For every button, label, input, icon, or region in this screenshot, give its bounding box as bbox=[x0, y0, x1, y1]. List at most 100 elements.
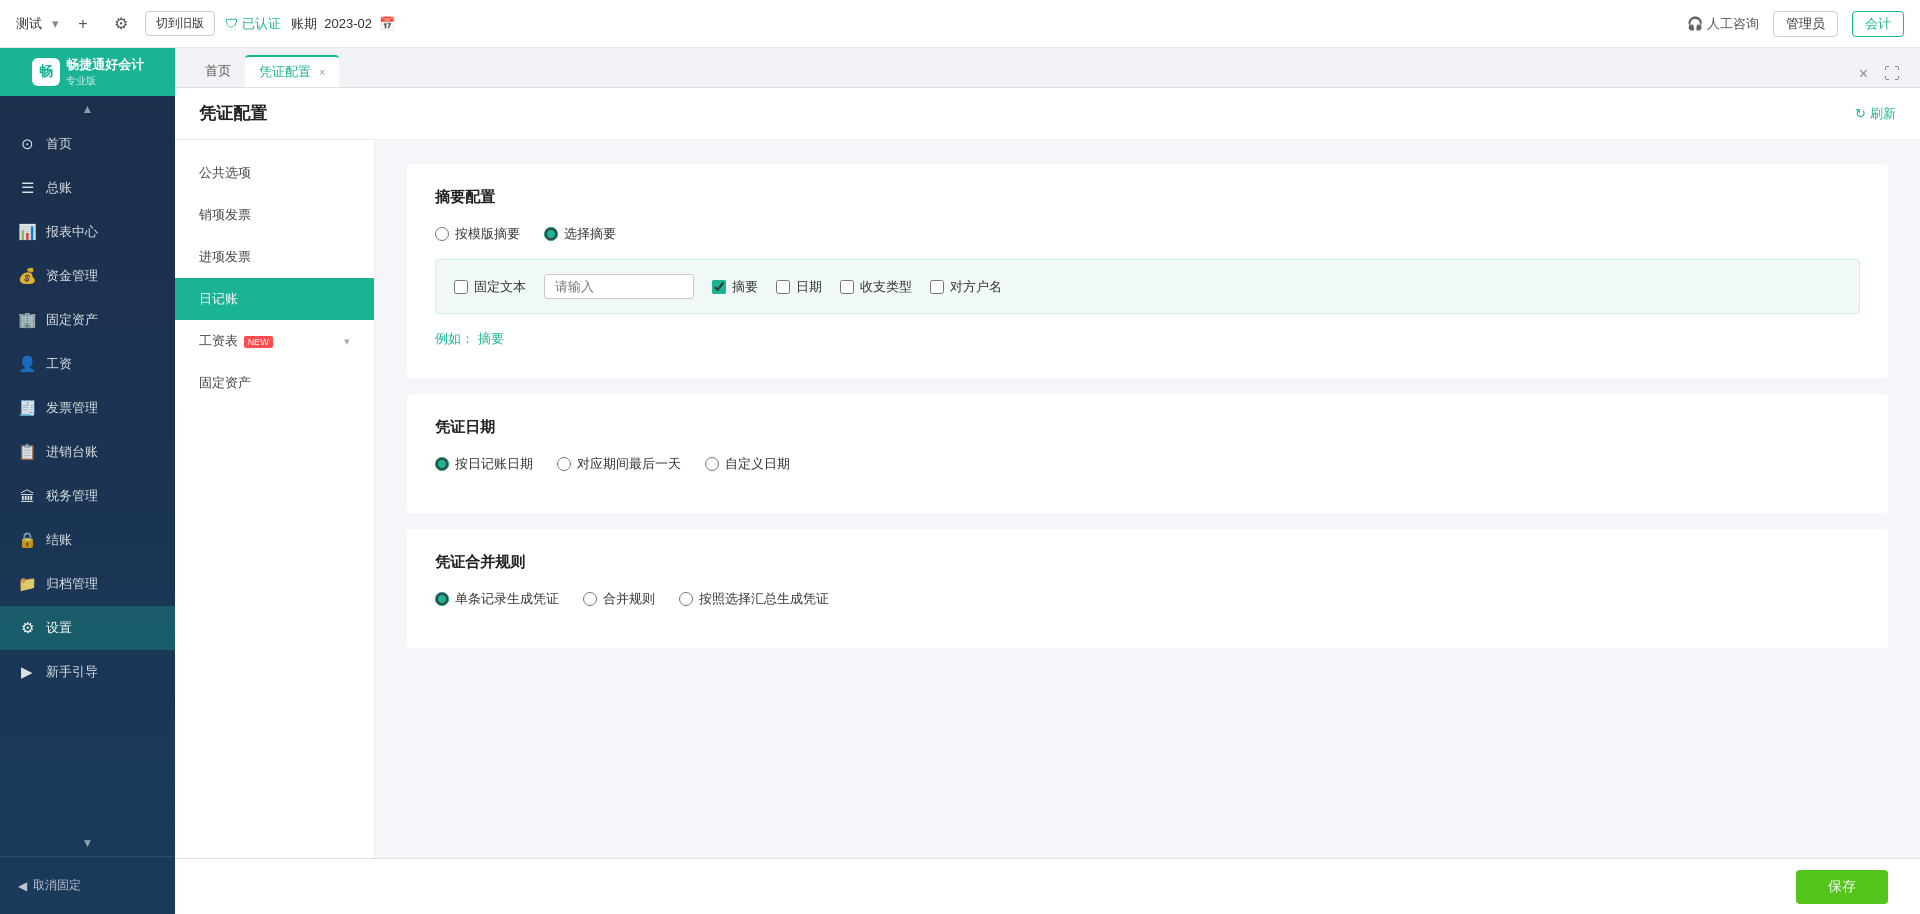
sidebar-item-payroll[interactable]: 👤 工资 bbox=[0, 342, 175, 386]
fund-icon: 💰 bbox=[18, 267, 36, 285]
sidebar-item-asset[interactable]: 🏢 固定资产 bbox=[0, 298, 175, 342]
summary-radio-group: 按模版摘要 选择摘要 bbox=[435, 225, 1860, 243]
tab-home[interactable]: 首页 bbox=[191, 55, 245, 87]
ledger-icon: ☰ bbox=[18, 179, 36, 197]
sidebar-label: 报表中心 bbox=[46, 223, 98, 241]
counterparty-checkbox[interactable] bbox=[930, 280, 944, 294]
sidebar-item-tax[interactable]: 🏛 税务管理 bbox=[0, 474, 175, 518]
switch-old-btn[interactable]: 切到旧版 bbox=[145, 11, 215, 36]
merge-section: 凭证合并规则 单条记录生成凭证 合并规则 bbox=[407, 529, 1888, 648]
archive-icon: 📁 bbox=[18, 575, 36, 593]
journal-date-radio[interactable] bbox=[435, 457, 449, 471]
guide-icon: ▶ bbox=[18, 663, 36, 681]
sidebar-label: 首页 bbox=[46, 135, 72, 153]
select-summary-option[interactable]: 选择摘要 bbox=[544, 225, 616, 243]
nav-item-purchase-invoice[interactable]: 进项发票 bbox=[175, 236, 374, 278]
fixed-text-checkbox[interactable] bbox=[454, 280, 468, 294]
sidebar-scroll-up[interactable]: ▲ bbox=[0, 96, 175, 122]
period-last-day-radio[interactable] bbox=[557, 457, 571, 471]
sidebar-item-home[interactable]: ⊙ 首页 bbox=[0, 122, 175, 166]
custom-date-radio[interactable] bbox=[705, 457, 719, 471]
cancel-fixed-btn[interactable]: ◀ 取消固定 bbox=[0, 867, 175, 904]
merge-rules-radio[interactable] bbox=[583, 592, 597, 606]
merge-rules-option[interactable]: 合并规则 bbox=[583, 590, 655, 608]
tab-voucher-config[interactable]: 凭证配置 × bbox=[245, 55, 339, 87]
payment-type-checkbox[interactable] bbox=[840, 280, 854, 294]
sidebar-label: 新手引导 bbox=[46, 663, 98, 681]
report-icon: 📊 bbox=[18, 223, 36, 241]
sidebar-label: 总账 bbox=[46, 179, 72, 197]
refresh-label: 刷新 bbox=[1870, 105, 1896, 123]
date-option[interactable]: 日期 bbox=[776, 278, 822, 296]
single-record-radio[interactable] bbox=[435, 592, 449, 606]
tab-voucher-config-label: 凭证配置 bbox=[259, 63, 311, 81]
calendar-icon[interactable]: 📅 bbox=[379, 16, 395, 31]
main-layout: 畅 畅捷通好会计 专业版 ▲ ⊙ 首页 ☰ 总账 📊 报表中心 bbox=[0, 48, 1920, 914]
summary-section-title: 摘要配置 bbox=[435, 188, 1860, 207]
nav-item-journal[interactable]: 日记账 bbox=[175, 278, 374, 320]
close-account-icon: 🔒 bbox=[18, 531, 36, 549]
sidebar-label: 进销台账 bbox=[46, 443, 98, 461]
admin-btn[interactable]: 管理员 bbox=[1773, 11, 1838, 37]
refresh-icon: ↻ bbox=[1855, 106, 1866, 121]
company-dropdown-icon[interactable]: ▾ bbox=[52, 16, 59, 31]
add-icon[interactable]: + bbox=[69, 10, 97, 38]
sidebar-item-ledger[interactable]: ☰ 总账 bbox=[0, 166, 175, 210]
sidebar-label: 资金管理 bbox=[46, 267, 98, 285]
consult-btn[interactable]: 🎧 人工咨询 bbox=[1687, 15, 1759, 33]
merge-radio-group: 单条记录生成凭证 合并规则 按照选择汇总生成凭证 bbox=[435, 590, 1860, 608]
sidebar-item-close[interactable]: 🔒 结账 bbox=[0, 518, 175, 562]
example-text: 例如： 摘要 bbox=[435, 324, 1860, 354]
sidebar-item-report[interactable]: 📊 报表中心 bbox=[0, 210, 175, 254]
sidebar-item-settings[interactable]: ⚙ 设置 bbox=[0, 606, 175, 650]
nav-item-fixed-assets[interactable]: 固定资产 bbox=[175, 362, 374, 404]
cancel-fixed-label: 取消固定 bbox=[33, 877, 81, 894]
nav-item-public[interactable]: 公共选项 bbox=[175, 152, 374, 194]
date-radio-group: 按日记账日期 对应期间最后一天 自定义日期 bbox=[435, 455, 1860, 473]
shield-icon: 🛡 bbox=[225, 16, 238, 31]
fixed-text-option[interactable]: 固定文本 bbox=[454, 278, 526, 296]
certified-text: 已认证 bbox=[242, 15, 281, 33]
journal-date-option[interactable]: 按日记账日期 bbox=[435, 455, 533, 473]
template-summary-radio[interactable] bbox=[435, 227, 449, 241]
settings-gear-icon[interactable]: ⚙ bbox=[107, 10, 135, 38]
sidebar-item-fund[interactable]: 💰 资金管理 bbox=[0, 254, 175, 298]
left-nav: 公共选项 销项发票 进项发票 日记账 工资表 NEW ▾ bbox=[175, 140, 375, 858]
sidebar-item-archive[interactable]: 📁 归档管理 bbox=[0, 562, 175, 606]
scroll-up-icon[interactable]: ▲ bbox=[80, 100, 96, 118]
tab-fullscreen-btn[interactable]: ⛶ bbox=[1880, 61, 1904, 87]
single-record-option[interactable]: 单条记录生成凭证 bbox=[435, 590, 559, 608]
abstract-option[interactable]: 摘要 bbox=[712, 278, 758, 296]
nav-item-payroll-table[interactable]: 工资表 NEW ▾ bbox=[175, 320, 374, 362]
asset-icon: 🏢 bbox=[18, 311, 36, 329]
header-right: 🎧 人工咨询 管理员 会计 bbox=[1687, 11, 1904, 37]
save-btn[interactable]: 保存 bbox=[1796, 870, 1888, 904]
top-header: 测试 ▾ + ⚙ 切到旧版 🛡 已认证 账期 2023-02 📅 🎧 人工咨询 … bbox=[0, 0, 1920, 48]
date-checkbox[interactable] bbox=[776, 280, 790, 294]
select-summary-merge-radio[interactable] bbox=[679, 592, 693, 606]
sidebar-item-purchase-sale[interactable]: 📋 进销台账 bbox=[0, 430, 175, 474]
select-summary-radio[interactable] bbox=[544, 227, 558, 241]
tab-home-label: 首页 bbox=[205, 62, 231, 80]
select-summary-merge-option[interactable]: 按照选择汇总生成凭证 bbox=[679, 590, 829, 608]
sidebar-item-invoice[interactable]: 🧾 发票管理 bbox=[0, 386, 175, 430]
sidebar-label: 固定资产 bbox=[46, 311, 98, 329]
tab-close-icon[interactable]: × bbox=[319, 66, 325, 78]
abstract-checkbox[interactable] bbox=[712, 280, 726, 294]
sidebar-scroll-down[interactable]: ▼ bbox=[0, 830, 175, 856]
accountant-btn[interactable]: 会计 bbox=[1852, 11, 1904, 37]
fixed-text-input[interactable] bbox=[544, 274, 694, 299]
custom-date-option[interactable]: 自定义日期 bbox=[705, 455, 790, 473]
sidebar-item-guide[interactable]: ▶ 新手引导 bbox=[0, 650, 175, 694]
counterparty-option[interactable]: 对方户名 bbox=[930, 278, 1002, 296]
template-summary-option[interactable]: 按模版摘要 bbox=[435, 225, 520, 243]
tax-icon: 🏛 bbox=[18, 488, 36, 505]
tab-close-btn[interactable]: × bbox=[1855, 61, 1872, 87]
scroll-down-icon[interactable]: ▼ bbox=[80, 834, 96, 852]
tab-bar: 首页 凭证配置 × × ⛶ bbox=[175, 48, 1920, 88]
refresh-btn[interactable]: ↻ 刷新 bbox=[1855, 105, 1896, 123]
nav-item-sales-invoice[interactable]: 销项发票 bbox=[175, 194, 374, 236]
period-last-day-option[interactable]: 对应期间最后一天 bbox=[557, 455, 681, 473]
payment-type-option[interactable]: 收支类型 bbox=[840, 278, 912, 296]
sidebar-logo: 畅 畅捷通好会计 专业版 bbox=[0, 48, 175, 96]
